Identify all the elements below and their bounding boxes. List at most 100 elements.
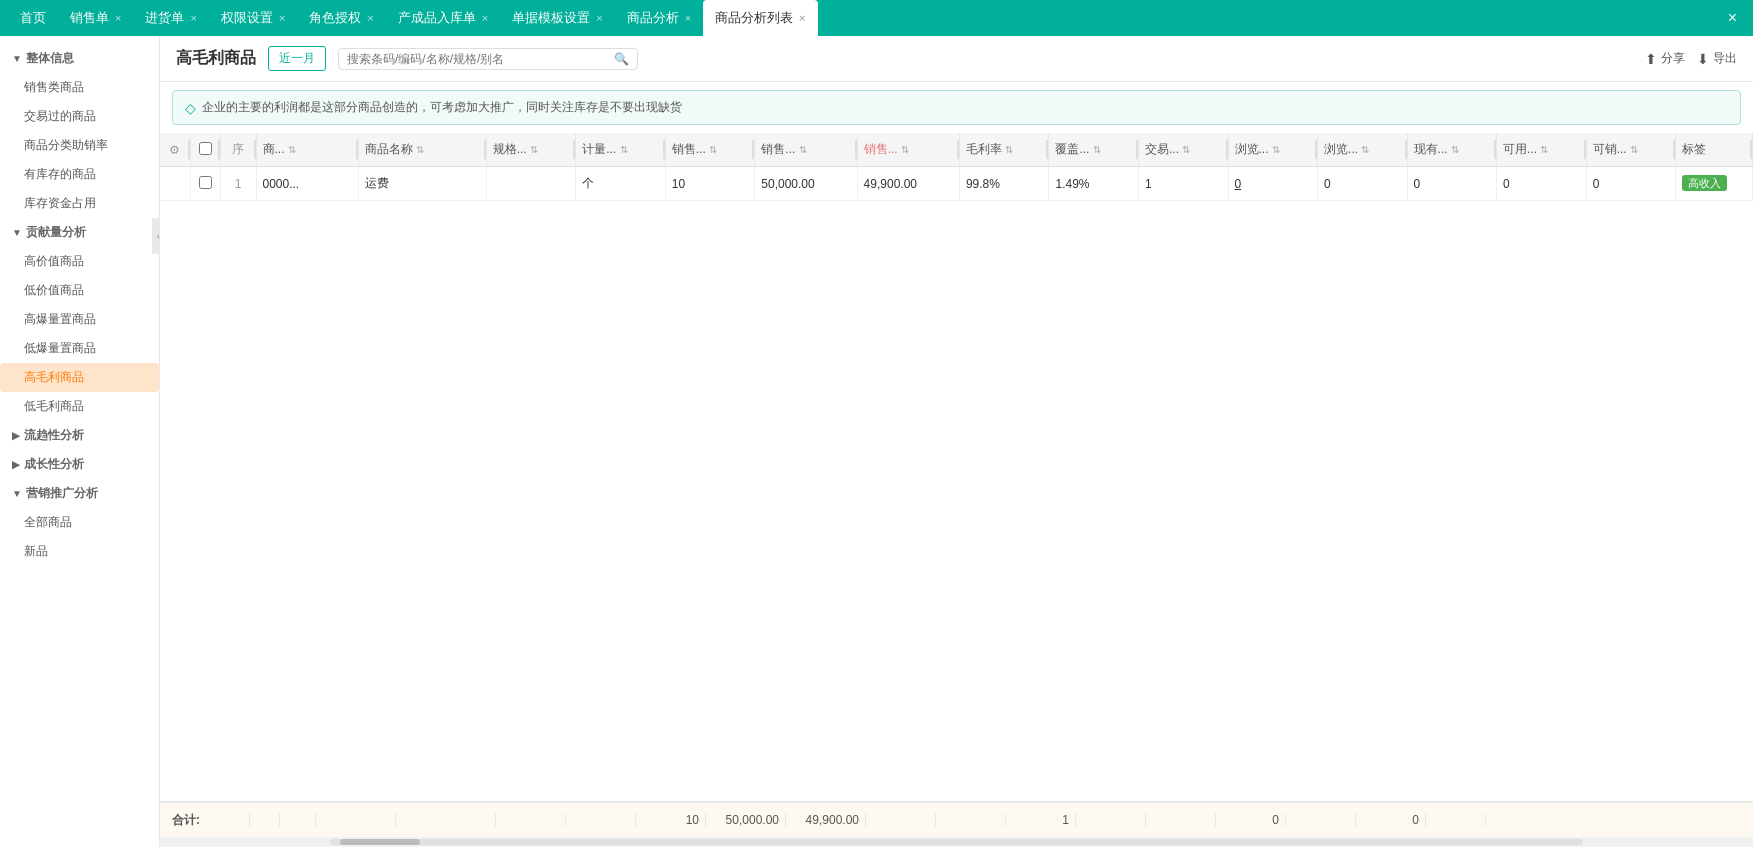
- nav-permission[interactable]: 权限设置 ×: [209, 0, 297, 36]
- sort-spec[interactable]: ⇅: [530, 144, 538, 155]
- sort-trade-count[interactable]: ⇅: [1182, 144, 1190, 155]
- sidebar-item-low-margin[interactable]: 低毛利商品: [0, 392, 159, 421]
- sidebar-item-all-goods[interactable]: 全部商品: [0, 508, 159, 537]
- footer-cell-settings: [220, 813, 250, 827]
- search-icon[interactable]: 🔍: [614, 52, 629, 66]
- col-sales-profit: 销售... ⇅: [857, 133, 959, 167]
- sidebar-item-low-value[interactable]: 低价值商品: [0, 276, 159, 305]
- sidebar-section-marketing[interactable]: ▼ 营销推广分析: [0, 479, 159, 508]
- close-product-analysis-tab[interactable]: ×: [685, 12, 691, 24]
- close-product-entry-tab[interactable]: ×: [482, 12, 488, 24]
- sidebar-item-high-value[interactable]: 高价值商品: [0, 247, 159, 276]
- sidebar-item-stock-capital[interactable]: 库存资金占用: [0, 189, 159, 218]
- row-select-checkbox[interactable]: [199, 176, 212, 189]
- sort-sales-count[interactable]: ⇅: [709, 144, 717, 155]
- sidebar-section-growth[interactable]: ▶ 成长性分析: [0, 450, 159, 479]
- sort-sales-profit[interactable]: ⇅: [901, 144, 909, 155]
- footer-cell-stock-sell: 0: [1356, 813, 1426, 827]
- nav-sales[interactable]: 销售单 ×: [58, 0, 133, 36]
- select-all-checkbox[interactable]: [199, 142, 212, 155]
- footer-cell-spec: [496, 813, 566, 827]
- row-seq: 1: [220, 167, 256, 201]
- footer-cell-stock-now: 0: [1216, 813, 1286, 827]
- footer-cell-name: [396, 813, 496, 827]
- nav-product-entry[interactable]: 产成品入库单 ×: [386, 0, 500, 36]
- close-all-button[interactable]: ×: [1720, 9, 1745, 27]
- sidebar-item-high-margin[interactable]: 高毛利商品: [0, 363, 159, 392]
- arrow-down-icon: ▼: [12, 53, 22, 64]
- close-product-analysis-list-tab[interactable]: ×: [799, 12, 805, 24]
- close-template-tab[interactable]: ×: [596, 12, 602, 24]
- sidebar-item-high-volume[interactable]: 高爆量置商品: [0, 305, 159, 334]
- close-permission-tab[interactable]: ×: [279, 12, 285, 24]
- export-button[interactable]: ⬇ 导出: [1697, 50, 1737, 67]
- footer-cell-checkbox: [250, 813, 280, 827]
- nav-template[interactable]: 单据模板设置 ×: [500, 0, 614, 36]
- close-sales-tab[interactable]: ×: [115, 12, 121, 24]
- sidebar-item-low-volume[interactable]: 低爆量置商品: [0, 334, 159, 363]
- sidebar-section-contribution[interactable]: ▼ 贡献量分析: [0, 218, 159, 247]
- sort-gross-margin[interactable]: ⇅: [1005, 144, 1013, 155]
- sidebar-item-in-stock[interactable]: 有库存的商品: [0, 160, 159, 189]
- nav-product-analysis-list[interactable]: 商品分析列表 ×: [703, 0, 817, 36]
- footer-cells: 10 50,000.00 49,900.00 1 0 0: [220, 813, 1741, 827]
- sidebar-item-sales-goods[interactable]: 销售类商品: [0, 73, 159, 102]
- row-checkbox[interactable]: [190, 167, 220, 201]
- sort-coverage[interactable]: ⇅: [1093, 144, 1101, 155]
- sidebar-toggle-button[interactable]: ‹‹: [152, 218, 160, 254]
- close-role-tab[interactable]: ×: [367, 12, 373, 24]
- horizontal-scrollbar[interactable]: [160, 837, 1753, 847]
- col-settings[interactable]: ⚙: [160, 133, 190, 167]
- footer-cell-gross-margin: [866, 813, 936, 827]
- nav-purchase[interactable]: 进货单 ×: [133, 0, 208, 36]
- row-view1[interactable]: 0: [1228, 167, 1318, 201]
- nav-product-analysis[interactable]: 商品分析 ×: [615, 0, 703, 36]
- row-sales-amount: 50,000.00: [755, 167, 857, 201]
- col-sales-count: 销售... ⇅: [665, 133, 755, 167]
- sort-stock-now[interactable]: ⇅: [1451, 144, 1459, 155]
- search-input[interactable]: [347, 52, 610, 66]
- footer-cell-stock-avail: [1286, 813, 1356, 827]
- sort-code[interactable]: ⇅: [288, 144, 296, 155]
- content-area: 高毛利商品 近一月 🔍 ⬆ 分享 ⬇ 导出 ◇ 企业的主要的利润都是这部分商品创…: [160, 36, 1753, 847]
- sort-name[interactable]: ⇅: [416, 144, 424, 155]
- sort-view2[interactable]: ⇅: [1361, 144, 1369, 155]
- row-view2: 0: [1318, 167, 1408, 201]
- sidebar-item-new-products[interactable]: 新品: [0, 537, 159, 566]
- col-stock-now: 现有... ⇅: [1407, 133, 1497, 167]
- col-tag: 标签: [1676, 133, 1753, 167]
- row-unit: 个: [576, 167, 666, 201]
- sort-stock-avail[interactable]: ⇅: [1540, 144, 1548, 155]
- share-icon: ⬆: [1645, 51, 1657, 67]
- col-checkbox[interactable]: [190, 133, 220, 167]
- row-sales-count: 10: [665, 167, 755, 201]
- sidebar-item-traded-goods[interactable]: 交易过的商品: [0, 102, 159, 131]
- scrollbar-track[interactable]: [330, 839, 1583, 845]
- row-stock-sell: 0: [1586, 167, 1676, 201]
- col-stock-sell: 可销... ⇅: [1586, 133, 1676, 167]
- filter-recent-month-button[interactable]: 近一月: [268, 46, 326, 71]
- share-button[interactable]: ⬆ 分享: [1645, 50, 1685, 67]
- col-code: 商... ⇅: [256, 133, 358, 167]
- view1-link[interactable]: 0: [1235, 177, 1242, 191]
- col-gross-margin: 毛利率 ⇅: [959, 133, 1049, 167]
- table-footer: 合计: 10 50,000.00 49,900.00 1 0 0: [160, 801, 1753, 837]
- nav-role[interactable]: 角色授权 ×: [297, 0, 385, 36]
- sidebar-section-trend[interactable]: ▶ 流趋性分析: [0, 421, 159, 450]
- sort-stock-sell[interactable]: ⇅: [1630, 144, 1638, 155]
- top-navigation: 首页 销售单 × 进货单 × 权限设置 × 角色授权 × 产成品入库单 × 单据…: [0, 0, 1753, 36]
- nav-home[interactable]: 首页: [8, 0, 58, 36]
- info-banner: ◇ 企业的主要的利润都是这部分商品创造的，可考虑加大推广，同时关注库存是不要出现…: [172, 90, 1741, 125]
- sort-view1[interactable]: ⇅: [1272, 144, 1280, 155]
- sidebar-section-overall[interactable]: ▼ 整体信息: [0, 44, 159, 73]
- sort-sales-amount[interactable]: ⇅: [799, 144, 807, 155]
- main-layout: ▼ 整体信息 销售类商品 交易过的商品 商品分类助销率 有库存的商品 库存资金占…: [0, 36, 1753, 847]
- sidebar-item-category-assist[interactable]: 商品分类助销率: [0, 131, 159, 160]
- info-icon: ◇: [185, 100, 196, 116]
- close-purchase-tab[interactable]: ×: [190, 12, 196, 24]
- footer-cell-unit: [566, 813, 636, 827]
- row-stock-now: 0: [1407, 167, 1497, 201]
- col-unit: 计量... ⇅: [576, 133, 666, 167]
- sort-unit[interactable]: ⇅: [620, 144, 628, 155]
- scrollbar-thumb[interactable]: [340, 839, 420, 845]
